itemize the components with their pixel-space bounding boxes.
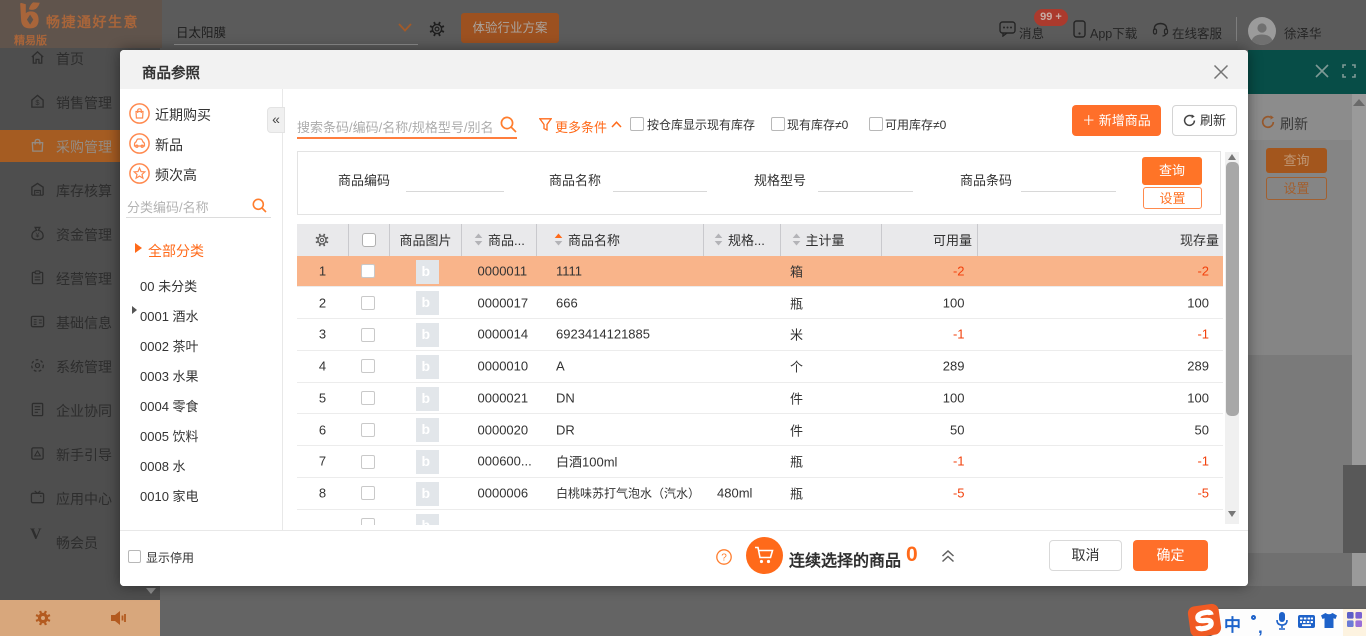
svg-text:$: $ (35, 98, 40, 107)
svg-text:?: ? (721, 553, 727, 564)
svg-text:¥: ¥ (36, 232, 40, 239)
